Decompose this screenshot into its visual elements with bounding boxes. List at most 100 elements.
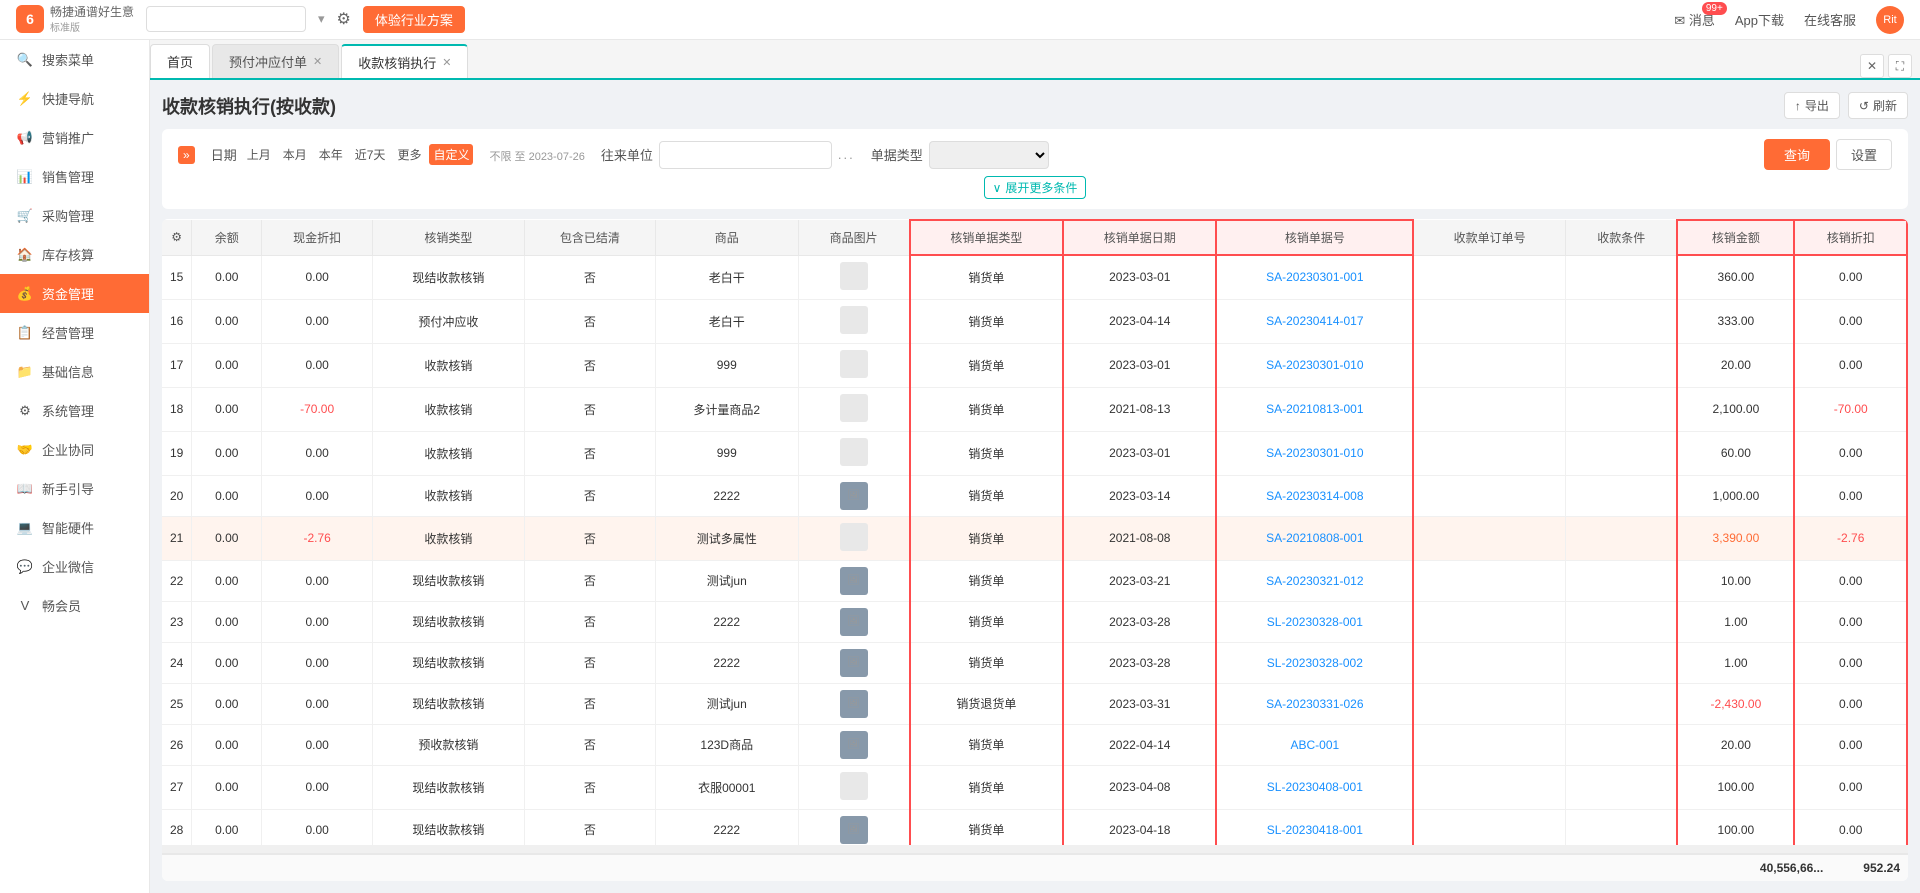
cell-product: 2222 (655, 475, 798, 516)
cell-product: 老白干 (655, 255, 798, 299)
cell-receipt-order (1413, 387, 1566, 431)
cell-product-img: 🖼 (798, 475, 910, 516)
cell-payment-terms (1566, 343, 1678, 387)
sidebar-item-system[interactable]: ⚙ 系统管理 (0, 391, 149, 430)
cell-id: 21 (162, 516, 192, 560)
cell-receipt-order (1413, 516, 1566, 560)
cell-included-settled: 否 (524, 683, 655, 724)
sidebar-item-inventory[interactable]: 🏠 库存核算 (0, 235, 149, 274)
wechat-icon: 💬 (16, 559, 34, 575)
footer-amount: 40,556,66... (1760, 861, 1823, 875)
tab-write-off-close[interactable]: ✕ (442, 56, 451, 69)
table-row: 27 0.00 0.00 现结收款核销 否 衣服00001 销货单 2023-0… (162, 765, 1907, 809)
sidebar-item-basic[interactable]: 📁 基础信息 (0, 352, 149, 391)
cell-included-settled: 否 (524, 809, 655, 845)
sidebar-item-sales[interactable]: 📊 销售管理 (0, 157, 149, 196)
doc-no-link[interactable]: SA-20230301-001 (1266, 270, 1363, 284)
cell-id: 16 (162, 299, 192, 343)
inventory-icon: 🏠 (16, 247, 34, 263)
col-cash-discount: 现金折扣 (262, 220, 373, 255)
sidebar-label-search: 搜索菜单 (42, 50, 94, 69)
export-btn[interactable]: ↑ 导出 (1784, 92, 1840, 119)
app-download-label: App下载 (1735, 13, 1784, 28)
product-thumbnail (840, 306, 868, 334)
date-option-more[interactable]: 更多 (393, 144, 425, 165)
cell-write-off-amount: 100.00 (1677, 765, 1794, 809)
cell-product-img (798, 516, 910, 560)
sidebar-item-nav[interactable]: ⚡ 快捷导航 (0, 79, 149, 118)
doc-no-link[interactable]: SA-20230314-008 (1266, 489, 1363, 503)
tab-expand-btn[interactable]: ⛶ (1888, 54, 1912, 78)
sidebar-label-member: 畅会员 (42, 596, 81, 615)
cell-id: 26 (162, 724, 192, 765)
partner-input[interactable] (659, 141, 832, 169)
sidebar-item-wechat[interactable]: 💬 企业微信 (0, 547, 149, 586)
doc-no-link[interactable]: SL-20230408-001 (1267, 780, 1363, 794)
filter-setting-btn[interactable]: 设置 (1836, 139, 1892, 170)
doc-no-link[interactable]: SA-20230301-010 (1266, 446, 1363, 460)
sidebar-item-member[interactable]: V 畅会员 (0, 586, 149, 625)
tab-write-off[interactable]: 收款核销执行 ✕ (341, 44, 468, 78)
expand-more-row: ∨ 展开更多条件 (178, 176, 1892, 199)
tab-bar: 首页 预付冲应付单 ✕ 收款核销执行 ✕ ✕ ⛶ (150, 40, 1920, 80)
cell-id: 27 (162, 765, 192, 809)
cell-included-settled: 否 (524, 642, 655, 683)
user-avatar[interactable]: Rit (1876, 6, 1904, 34)
doc-no-link[interactable]: SA-20230414-017 (1266, 314, 1363, 328)
sidebar-item-operations[interactable]: 📋 经营管理 (0, 313, 149, 352)
sidebar-item-guide[interactable]: 📖 新手引导 (0, 469, 149, 508)
doc-no-link[interactable]: SL-20230418-001 (1267, 823, 1363, 837)
date-option-prev-month[interactable]: 上月 (243, 144, 275, 165)
refresh-btn[interactable]: ↺ 刷新 (1848, 92, 1908, 119)
doc-no-link[interactable]: SA-20230321-012 (1266, 574, 1363, 588)
date-option-custom[interactable]: 自定义 (429, 144, 473, 165)
tab-controls: ✕ ⛶ (1852, 54, 1920, 78)
sidebar-item-search[interactable]: 🔍 搜索菜单 (0, 40, 149, 79)
horizontal-scrollbar[interactable] (162, 845, 1908, 853)
date-option-this-month[interactable]: 本月 (279, 144, 311, 165)
tab-home[interactable]: 首页 (150, 44, 210, 78)
cell-receipt-order (1413, 765, 1566, 809)
partner-dots[interactable]: ... (838, 147, 855, 162)
product-thumbnail: 🖼 (840, 567, 868, 595)
col-gear-icon[interactable]: ⚙ (171, 230, 182, 244)
product-thumbnail (840, 350, 868, 378)
doc-no-link[interactable]: SA-20210808-001 (1266, 531, 1363, 545)
sidebar-item-collab[interactable]: 🤝 企业协同 (0, 430, 149, 469)
industry-solution-btn[interactable]: 体验行业方案 (363, 6, 465, 33)
top-bar: 6 畅捷通谱好生意 标准版 ▾ ⚙ 体验行业方案 ✉ 消息 99+ App下载 … (0, 0, 1920, 40)
sidebar-item-marketing[interactable]: 📢 营销推广 (0, 118, 149, 157)
sidebar-item-hardware[interactable]: 💻 智能硬件 (0, 508, 149, 547)
doc-no-link[interactable]: SL-20230328-002 (1267, 656, 1363, 670)
doc-no-link[interactable]: SA-20230331-026 (1266, 697, 1363, 711)
cell-id: 22 (162, 560, 192, 601)
tab-close-btn[interactable]: ✕ (1860, 54, 1884, 78)
online-service-btn[interactable]: 在线客服 (1804, 10, 1856, 29)
cell-included-settled: 否 (524, 431, 655, 475)
expand-conditions-btn[interactable]: ∨ 展开更多条件 (984, 176, 1087, 199)
tab-prepay[interactable]: 预付冲应付单 ✕ (212, 44, 339, 78)
cell-product-img: 🖼 (798, 560, 910, 601)
query-btn[interactable]: 查询 (1764, 139, 1830, 170)
doc-no-link[interactable]: SA-20210813-001 (1266, 402, 1363, 416)
doc-no-link[interactable]: SA-20230301-010 (1266, 358, 1363, 372)
tab-prepay-close[interactable]: ✕ (313, 55, 322, 68)
page-header: 收款核销执行(按收款) ↑ 导出 ↺ 刷新 (162, 92, 1908, 119)
sidebar-item-finance[interactable]: 💰 资金管理 (0, 274, 149, 313)
table-wrap[interactable]: ⚙ 余额 现金折扣 核销类型 包含已结清 商品 商品图片 核销单据类型 核销单据… (162, 219, 1908, 845)
filter-toggle-btn[interactable]: » (178, 146, 195, 164)
app-download-btn[interactable]: App下载 (1735, 10, 1784, 29)
date-option-7days[interactable]: 近7天 (351, 144, 390, 165)
top-search-input[interactable] (146, 6, 306, 32)
expand-label: 展开更多条件 (1005, 179, 1077, 196)
doc-no-link[interactable]: ABC-001 (1290, 738, 1339, 752)
sidebar-item-purchase[interactable]: 🛒 采购管理 (0, 196, 149, 235)
voucher-type-select[interactable] (929, 141, 1049, 169)
filter-actions: 查询 设置 (1764, 139, 1892, 170)
settings-icon[interactable]: ⚙ (337, 9, 351, 29)
date-option-this-year[interactable]: 本年 (315, 144, 347, 165)
chevron-down-icon[interactable]: ▾ (318, 11, 325, 27)
message-btn[interactable]: ✉ 消息 99+ (1674, 10, 1715, 29)
doc-no-link[interactable]: SL-20230328-001 (1267, 615, 1363, 629)
cell-doc-no: SA-20230301-010 (1216, 431, 1413, 475)
